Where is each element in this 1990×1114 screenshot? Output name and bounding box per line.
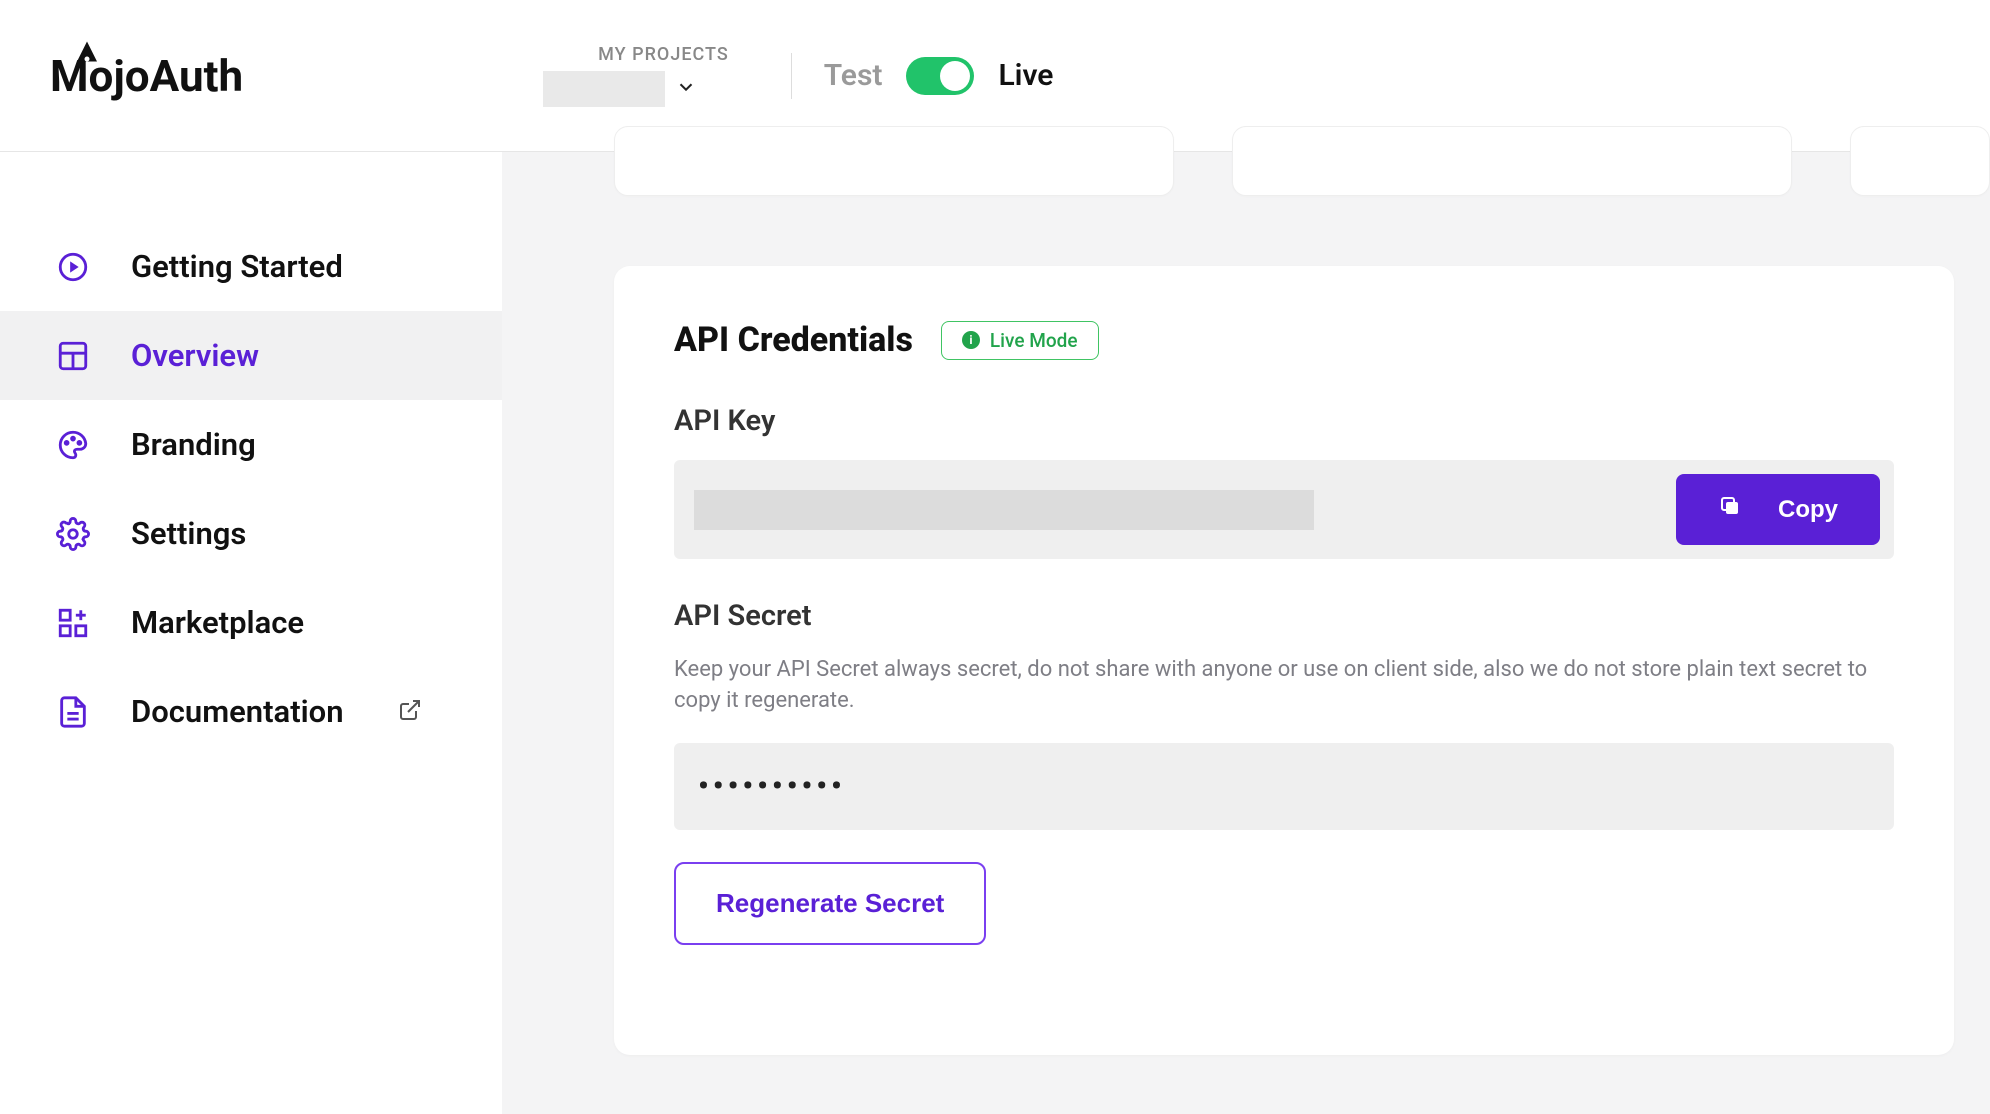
sidebar-item-documentation[interactable]: Documentation: [0, 667, 502, 756]
chevron-down-icon: [675, 76, 697, 102]
divider: [791, 53, 792, 99]
sidebar-item-label: Branding: [131, 426, 256, 463]
api-key-field: API Key Copy: [674, 404, 1894, 559]
copy-api-key-button[interactable]: Copy: [1676, 474, 1880, 545]
sidebar-item-getting-started[interactable]: Getting Started: [0, 222, 502, 311]
play-circle-icon: [55, 249, 91, 285]
api-secret-value: ••••••••••: [674, 743, 1894, 830]
gear-icon: [55, 516, 91, 552]
info-icon: i: [962, 331, 980, 349]
sidebar-item-settings[interactable]: Settings: [0, 489, 502, 578]
sidebar-item-label: Getting Started: [131, 248, 343, 285]
environment-toggle: Test Live: [824, 57, 1054, 95]
api-key-value-redacted: [694, 490, 1314, 530]
dashboard-icon: [55, 338, 91, 374]
projects-dropdown[interactable]: MY PROJECTS: [543, 44, 729, 107]
panel-title: API Credentials: [674, 320, 913, 360]
document-icon: [55, 694, 91, 730]
regenerate-secret-button[interactable]: Regenerate Secret: [674, 862, 986, 945]
summary-card: [1232, 126, 1792, 196]
regenerate-button-label: Regenerate Secret: [716, 888, 944, 918]
env-toggle-switch[interactable]: [906, 57, 974, 95]
summary-card: [1850, 126, 1990, 196]
main-content: API Credentials i Live Mode API Key Copy: [502, 152, 1990, 1114]
mode-badge: i Live Mode: [941, 321, 1099, 360]
api-key-row: Copy: [674, 460, 1894, 559]
copy-icon: [1718, 494, 1742, 525]
api-secret-label: API Secret: [674, 599, 1894, 633]
apps-icon: [55, 605, 91, 641]
summary-cards-row: [502, 152, 1990, 202]
api-credentials-panel: API Credentials i Live Mode API Key Copy: [614, 266, 1954, 1055]
sidebar-item-label: Settings: [131, 515, 246, 552]
projects-label: MY PROJECTS: [543, 44, 729, 65]
sidebar-item-marketplace[interactable]: Marketplace: [0, 578, 502, 667]
wizard-hat-icon: [72, 28, 102, 80]
toggle-knob: [940, 61, 970, 91]
api-secret-field: API Secret Keep your API Secret always s…: [674, 599, 1894, 945]
sidebar-item-label: Overview: [131, 337, 259, 374]
project-name-placeholder: [543, 71, 665, 107]
api-secret-help: Keep your API Secret always secret, do n…: [674, 655, 1894, 717]
sidebar-item-label: Marketplace: [131, 604, 304, 641]
palette-icon: [55, 427, 91, 463]
sidebar-item-overview[interactable]: Overview: [0, 311, 502, 400]
env-live-label: Live: [998, 58, 1053, 93]
external-link-icon: [398, 693, 422, 730]
sidebar: Getting Started Overview Branding Settin…: [0, 152, 502, 1114]
copy-button-label: Copy: [1778, 496, 1838, 524]
mode-badge-label: Live Mode: [990, 329, 1078, 352]
summary-card: [614, 126, 1174, 196]
api-key-label: API Key: [674, 404, 1894, 438]
sidebar-item-label: Documentation: [131, 693, 344, 730]
brand-logo: MojoAuth: [50, 50, 243, 102]
env-test-label: Test: [824, 58, 883, 93]
sidebar-item-branding[interactable]: Branding: [0, 400, 502, 489]
